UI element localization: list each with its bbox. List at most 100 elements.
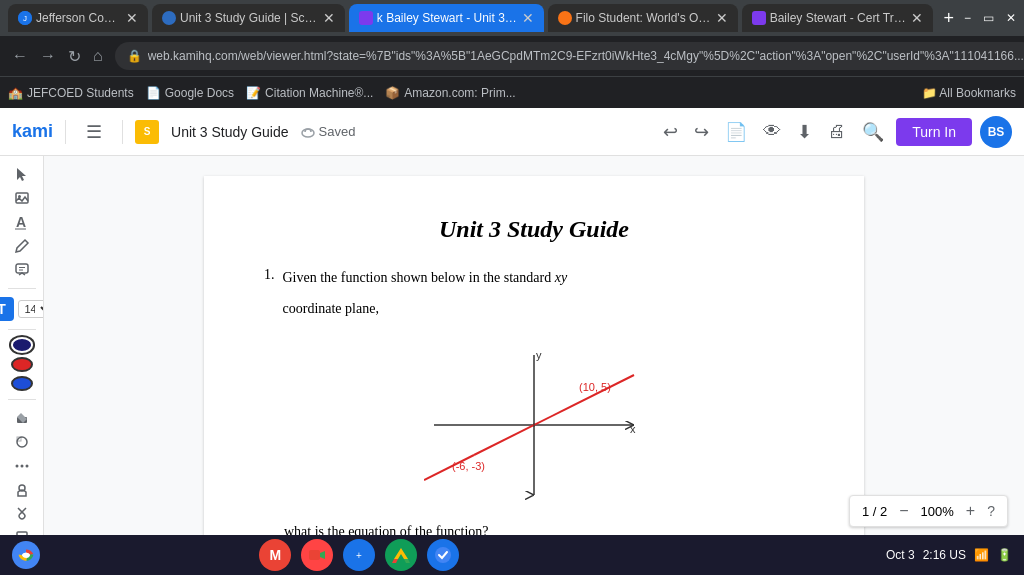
eraser-tool-button[interactable] [6, 408, 38, 428]
tab-close-icon[interactable]: ✕ [522, 10, 534, 26]
gmail-letter: M [269, 547, 281, 563]
svg-text:+: + [356, 550, 362, 561]
bookmark-citation[interactable]: 📝 Citation Machine®... [246, 86, 373, 100]
view-button[interactable]: 👁 [759, 117, 785, 146]
select-tool-button[interactable] [6, 164, 38, 184]
bookmark-icon: 🏫 [8, 86, 23, 100]
date-display: Oct 3 [886, 548, 915, 562]
bookmark-label: Amazon.com: Prim... [404, 86, 515, 100]
svg-point-13 [15, 464, 18, 467]
forward-button[interactable]: → [36, 43, 60, 70]
new-tab-button[interactable]: + [937, 8, 960, 29]
text-tool-button[interactable]: T [0, 297, 14, 321]
zoom-in-button[interactable]: + [962, 500, 979, 522]
tab-close-icon[interactable]: ✕ [911, 10, 923, 26]
color-red[interactable] [11, 357, 33, 372]
page-indicator: 1 / 2 [862, 504, 887, 519]
image-tool-button[interactable] [6, 188, 38, 208]
chrome-icon[interactable] [12, 541, 40, 569]
close-window-button[interactable]: ✕ [1006, 11, 1016, 25]
tasks-icon[interactable] [427, 539, 459, 571]
cloud-icon [301, 125, 315, 139]
bookmark-google-docs[interactable]: 📄 Google Docs [146, 86, 234, 100]
saved-status: Saved [301, 124, 356, 139]
tab-cert-tracker[interactable]: Bailey Stewart - Cert Tracker... ✕ [742, 4, 934, 32]
stamp-tool-button[interactable] [6, 480, 38, 500]
toolbar-divider [65, 120, 66, 144]
tab-close-icon[interactable]: ✕ [323, 10, 335, 26]
download-button[interactable]: ⬇ [793, 117, 816, 147]
tab-favicon: J [18, 11, 32, 25]
reload-button[interactable]: ↻ [64, 43, 85, 70]
all-bookmarks[interactable]: 📁 All Bookmarks [922, 86, 1016, 100]
undo-button[interactable]: ↩ [659, 117, 682, 147]
bookmark-label: JEFCOED Students [27, 86, 134, 100]
gmail-icon[interactable]: M [259, 539, 291, 571]
bookmark-amazon[interactable]: 📦 Amazon.com: Prim... [385, 86, 515, 100]
tab-favicon [359, 11, 373, 25]
page-controls: 1 / 2 − 100% + ? [849, 495, 1008, 527]
svg-rect-31 [309, 550, 320, 560]
tab-title: Bailey Stewart - Cert Tracker... [770, 11, 908, 25]
color-blue[interactable] [11, 376, 33, 391]
classroom-icon[interactable]: + [343, 539, 375, 571]
avatar[interactable]: BS [980, 116, 1012, 148]
tab-favicon [558, 11, 572, 25]
document-page: Unit 3 Study Guide 1. Given the function… [204, 176, 864, 575]
help-button[interactable]: ? [987, 503, 995, 519]
zoom-out-button[interactable]: − [895, 500, 912, 522]
secure-icon: 🔒 [127, 49, 142, 63]
search-button[interactable]: 🔍 [858, 117, 888, 147]
tool-separator3 [8, 399, 36, 400]
redo-button[interactable]: ↪ [690, 117, 713, 147]
tab-kami-active[interactable]: k Bailey Stewart - Unit 3 Stud... ✕ [349, 4, 544, 32]
maximize-button[interactable]: ▭ [983, 11, 994, 25]
document-button[interactable]: 📄 [721, 117, 751, 147]
bookmark-jefcoed[interactable]: 🏫 JEFCOED Students [8, 86, 134, 100]
pen-tool-button[interactable] [6, 236, 38, 256]
saved-label: Saved [319, 124, 356, 139]
tab-close-icon[interactable]: ✕ [716, 10, 728, 26]
tab-favicon [162, 11, 176, 25]
home-button[interactable]: ⌂ [89, 43, 107, 70]
bookmark-label: Google Docs [165, 86, 234, 100]
zoom-level: 100% [921, 504, 954, 519]
shapes-tool-button[interactable] [6, 432, 38, 452]
comment-tool-button[interactable] [6, 260, 38, 280]
text-annotation-tool-button[interactable]: A [6, 212, 38, 232]
brush-tool-button[interactable] [6, 504, 38, 524]
all-bookmarks-label: All Bookmarks [939, 86, 1016, 100]
font-size-select[interactable]: 14 ▼ [18, 300, 45, 318]
tab-close-icon[interactable]: ✕ [126, 10, 138, 26]
kami-toolbar: kami ☰ S Unit 3 Study Guide Saved ↩ ↪ 📄 … [0, 108, 1024, 156]
color-dark-blue[interactable] [11, 337, 33, 352]
sidebar-toggle-button[interactable]: ☰ [78, 116, 110, 148]
time-display: 2:16 US [923, 548, 966, 562]
tab-schoology[interactable]: Unit 3 Study Guide | Schoolo... ✕ [152, 4, 345, 32]
doc-icon: S [135, 120, 159, 144]
battery-icon: 🔋 [997, 548, 1012, 562]
bookmarks-bar: 🏫 JEFCOED Students 📄 Google Docs 📝 Citat… [0, 76, 1024, 108]
meet-icon[interactable] [301, 539, 333, 571]
tab-favicon [752, 11, 766, 25]
kami-right-controls: ↩ ↪ 📄 👁 ⬇ 🖨 🔍 Turn In BS [659, 116, 1012, 148]
svg-point-2 [302, 129, 314, 137]
drive-icon[interactable] [385, 539, 417, 571]
tab-title: Jefferson County [36, 11, 122, 25]
taskbar: M + Oct 3 2:16 US 📶 🔋 [0, 535, 1024, 575]
turn-in-button[interactable]: Turn In [896, 118, 972, 146]
svg-text:A: A [16, 214, 26, 230]
tab-jefferson-county[interactable]: J Jefferson County ✕ [8, 4, 148, 32]
tab-title: k Bailey Stewart - Unit 3 Stud... [377, 11, 518, 25]
print-button[interactable]: 🖨 [824, 117, 850, 146]
tab-filo[interactable]: Filo Student: World's Only Li... ✕ [548, 4, 738, 32]
tool-separator [8, 288, 36, 289]
more-tools-button[interactable] [6, 456, 38, 476]
minimize-button[interactable]: − [964, 11, 971, 25]
q1-intro2: coordinate plane, [283, 298, 568, 319]
back-button[interactable]: ← [8, 43, 32, 70]
window-controls: − ▭ ✕ [964, 11, 1016, 25]
q1-number: 1. [264, 267, 275, 329]
svg-text:y: y [536, 349, 542, 361]
address-box[interactable]: 🔒 web.kamihq.com/web/viewer.html?state=%… [115, 42, 1024, 70]
